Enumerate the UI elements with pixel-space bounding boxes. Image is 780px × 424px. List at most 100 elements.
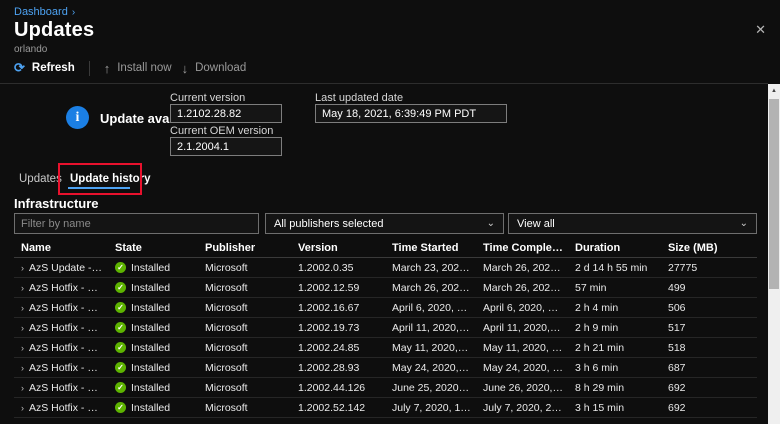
row-name-text: AzS Hotfix - 1.2002... xyxy=(29,402,103,414)
current-version-value: 1.2102.28.82 xyxy=(170,104,282,123)
row-name-text: AzS Hotfix - 1.2002... xyxy=(29,282,103,294)
table-row[interactable]: ›AzS Hotfix - 1.2002...✓InstalledMicroso… xyxy=(14,338,757,358)
table-row[interactable]: ›AzS Hotfix - 1.2002...✓InstalledMicroso… xyxy=(14,398,757,418)
refresh-label: Refresh xyxy=(32,62,75,74)
current-version-label: Current version xyxy=(170,92,245,104)
row-time-completed-cell: May 24, 2020, 12:24:2... xyxy=(476,362,568,374)
row-publisher-cell: Microsoft xyxy=(198,262,291,274)
column-header-time-started[interactable]: Time Started xyxy=(385,242,476,254)
scrollbar-thumb[interactable] xyxy=(769,99,779,289)
download-button[interactable]: ↓ Download xyxy=(182,61,247,76)
row-publisher-cell: Microsoft xyxy=(198,382,291,394)
view-filter-value: View all xyxy=(517,218,555,230)
row-size-cell: 692 xyxy=(661,382,757,394)
row-name-text: AzS Hotfix - 1.2002... xyxy=(29,342,103,354)
table-row[interactable]: ›AzS Hotfix - 1.2002...✓InstalledMicroso… xyxy=(14,378,757,398)
tab-updates[interactable]: Updates xyxy=(19,173,62,185)
row-expander-chevron-right-icon[interactable]: › xyxy=(21,323,24,333)
column-header-size[interactable]: Size (MB) xyxy=(661,242,757,254)
row-name-cell: › AzS Hotfix - 1.2002... xyxy=(14,342,108,354)
row-duration-cell: 3 h 15 min xyxy=(568,402,661,414)
close-icon[interactable]: ✕ xyxy=(755,22,766,38)
breadcrumb-chevron-icon: › xyxy=(72,7,75,18)
row-state-text: Installed xyxy=(131,342,170,354)
row-name-text: AzS Hotfix - 1.2002... xyxy=(29,362,103,374)
row-time-completed-cell: April 6, 2020, 10:17:3... xyxy=(476,302,568,314)
row-state-cell: ✓ Installed xyxy=(108,362,198,374)
download-label: Download xyxy=(195,62,246,74)
row-time-completed-cell: June 26, 2020, 6:03:06... xyxy=(476,382,568,394)
row-version-cell: 1.2002.16.67 xyxy=(291,302,385,314)
row-publisher-cell: Microsoft xyxy=(198,282,291,294)
row-time-started-cell: April 6, 2020, 8:13:12 ... xyxy=(385,302,476,314)
last-updated-label: Last updated date xyxy=(315,92,403,104)
updates-table: Name State Publisher Version Time Starte… xyxy=(14,238,757,418)
row-time-completed-cell: March 26, 2020, 2:00:... xyxy=(476,262,568,274)
toolbar: ⟳ Refresh ↑ Install now ↓ Download xyxy=(14,58,246,78)
row-size-cell: 27775 xyxy=(661,262,757,274)
column-header-version[interactable]: Version xyxy=(291,242,385,254)
row-name-text: AzS Hotfix - 1.2002... xyxy=(29,322,103,334)
row-time-completed-cell: July 7, 2020, 2:01:59 P... xyxy=(476,402,568,414)
row-name-cell: › AzS Hotfix - 1.2002... xyxy=(14,302,108,314)
row-name-cell: ›AzS Update - 1.20... xyxy=(14,262,108,274)
arrow-down-icon: ↓ xyxy=(182,61,189,76)
refresh-button[interactable]: ⟳ Refresh xyxy=(14,60,75,76)
row-state-text: Installed xyxy=(131,362,170,374)
row-size-cell: 506 xyxy=(661,302,757,314)
row-time-started-cell: May 11, 2020, 8:55:39... xyxy=(385,342,476,354)
last-updated-value: May 18, 2021, 6:39:49 PM PDT xyxy=(315,104,507,123)
toolbar-divider xyxy=(0,83,768,84)
row-time-started-cell: July 7, 2020, 10:46:24 ... xyxy=(385,402,476,414)
installed-check-icon: ✓ xyxy=(115,282,126,293)
install-now-label: Install now xyxy=(117,62,171,74)
row-duration-cell: 2 d 14 h 55 min xyxy=(568,262,661,274)
row-name-text: AzS Hotfix - 1.2002... xyxy=(29,302,103,314)
vertical-scrollbar[interactable]: ▲ xyxy=(768,84,780,424)
chevron-down-icon: ⌄ xyxy=(487,218,495,229)
publisher-filter-value: All publishers selected xyxy=(274,218,383,230)
table-row[interactable]: › AzS Hotfix - 1.2002... ✓InstalledMicroso… xyxy=(14,298,757,318)
annotation-red-box xyxy=(58,163,142,195)
row-time-completed-cell: May 11, 2020, 11:16:4... xyxy=(476,342,568,354)
scroll-up-icon[interactable]: ▲ xyxy=(768,84,780,98)
installed-check-icon: ✓ xyxy=(115,262,126,273)
row-state-cell: ✓Installed xyxy=(108,402,198,414)
row-state-cell: ✓Installed xyxy=(108,302,198,314)
publisher-filter-dropdown[interactable]: All publishers selected ⌄ xyxy=(265,213,504,234)
view-filter-dropdown[interactable]: View all ⌄ xyxy=(508,213,757,234)
column-header-duration[interactable]: Duration xyxy=(568,242,661,254)
installed-check-icon: ✓ xyxy=(115,362,126,373)
row-expander-chevron-right-icon[interactable]: › xyxy=(21,363,24,373)
install-now-button[interactable]: ↑ Install now xyxy=(104,61,172,76)
arrow-up-icon: ↑ xyxy=(104,61,111,76)
row-expander-chevron-right-icon[interactable]: › xyxy=(21,343,24,353)
column-header-publisher[interactable]: Publisher xyxy=(198,242,291,254)
column-header-time-completed[interactable]: Time Completed xyxy=(476,242,568,254)
row-state-cell: ✓Installed xyxy=(108,282,198,294)
row-expander-chevron-right-icon[interactable]: › xyxy=(21,403,24,413)
table-row[interactable]: ›AzS Hotfix - 1.2002...✓InstalledMicroso… xyxy=(14,318,757,338)
row-publisher-cell: Microsoft xyxy=(198,322,291,334)
column-header-state[interactable]: State xyxy=(108,242,198,254)
column-header-name[interactable]: Name xyxy=(14,242,108,254)
row-time-started-cell: March 23, 2020, 11:3... xyxy=(385,262,476,274)
breadcrumb-dashboard-link[interactable]: Dashboard xyxy=(14,6,68,18)
row-size-cell: 499 xyxy=(661,282,757,294)
row-size-cell: 692 xyxy=(661,402,757,414)
row-state-cell: ✓Installed xyxy=(108,342,198,354)
row-expander-chevron-right-icon[interactable]: › xyxy=(21,303,24,313)
row-state-text: Installed xyxy=(131,382,170,394)
row-expander-chevron-right-icon[interactable]: › xyxy=(21,383,24,393)
row-name-cell: › AzS Hotfix - 1.2002... xyxy=(14,402,108,414)
row-name-cell: › AzS Hotfix - 1.2002... xyxy=(14,362,108,374)
row-publisher-cell: Microsoft xyxy=(198,302,291,314)
row-version-cell: 1.2002.24.85 xyxy=(291,342,385,354)
table-row[interactable]: › AzS Hotfix - 1.2002... ✓InstalledMicroso… xyxy=(14,278,757,298)
table-row[interactable]: ›AzS Hotfix - 1.2002...✓InstalledMicroso… xyxy=(14,358,757,378)
table-row[interactable]: ›AzS Update - 1.20...✓InstalledMicrosoft… xyxy=(14,258,757,278)
row-expander-chevron-right-icon[interactable]: › xyxy=(21,263,24,273)
page-title: Updates xyxy=(14,19,94,42)
row-expander-chevron-right-icon[interactable]: › xyxy=(21,283,24,293)
filter-by-name-input[interactable] xyxy=(14,213,259,234)
